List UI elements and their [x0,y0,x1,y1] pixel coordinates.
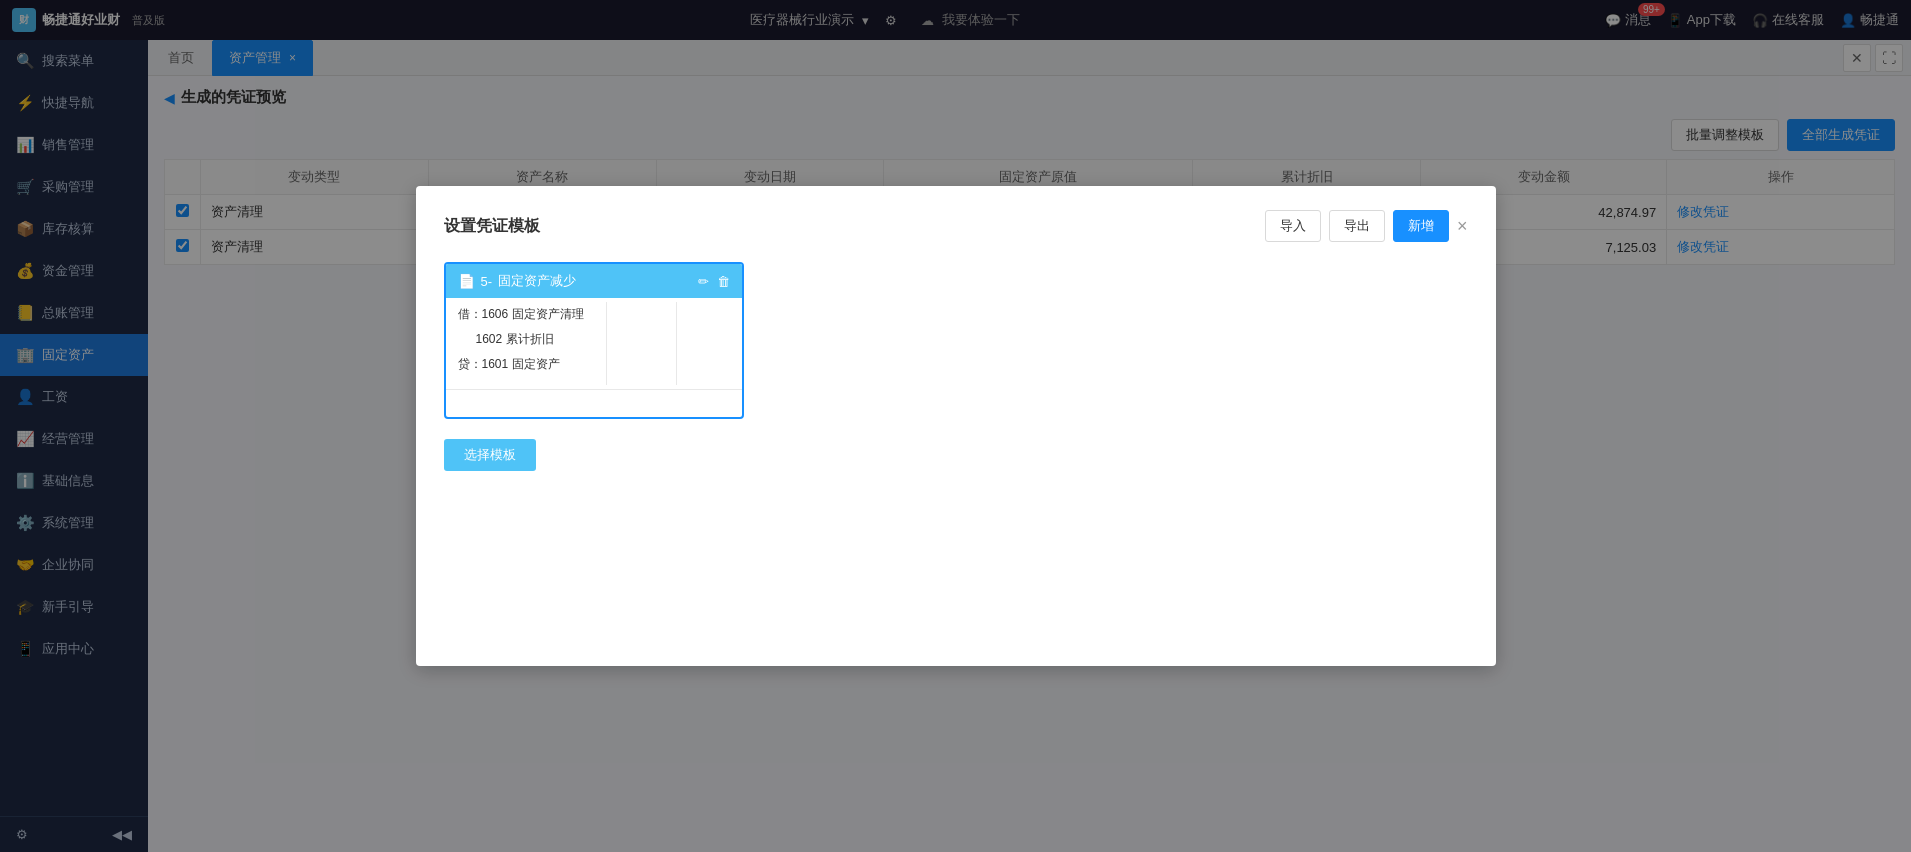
template-doc-icon: 📄 [458,273,475,289]
modal-overlay: 设置凭证模板 导入 导出 新增 × 📄 5- 固定资产减少 [0,0,1911,852]
entry3-debit [606,352,676,377]
entry2-label: 1602 累计折旧 [446,327,606,352]
template-name: 固定资产减少 [498,272,576,290]
template-card-footer [446,389,742,417]
entry3-credit [676,352,746,377]
modal-close-btn[interactable]: × [1457,216,1468,237]
entry4-debit [606,377,676,385]
export-btn[interactable]: 导出 [1329,210,1385,242]
template-entry-row-2: 1602 累计折旧 [446,327,742,352]
template-entry-row-4 [446,377,742,385]
entry2-debit [606,327,676,352]
template-card-title: 📄 5- 固定资产减少 [458,272,577,290]
delete-template-icon[interactable]: 🗑 [717,274,730,289]
edit-template-icon[interactable]: ✏ [698,274,709,289]
entry1-credit [676,302,746,327]
template-id: 5- [481,274,493,289]
template-card-actions: ✏ 🗑 [698,274,730,289]
template-entry-row-1: 借：1606 固定资产清理 [446,302,742,327]
entry1-debit [606,302,676,327]
entry2-credit [676,327,746,352]
modal-title: 设置凭证模板 [444,216,540,237]
new-btn[interactable]: 新增 [1393,210,1449,242]
template-entry-row-3: 贷：1601 固定资产 [446,352,742,377]
select-template-btn[interactable]: 选择模板 [444,439,536,471]
template-card-header: 📄 5- 固定资产减少 ✏ 🗑 [446,264,742,298]
modal-body: 📄 5- 固定资产减少 ✏ 🗑 借：1606 固定资产清理 [444,262,1468,471]
entry4-label [446,377,606,385]
set-voucher-template-modal: 设置凭证模板 导入 导出 新增 × 📄 5- 固定资产减少 [416,186,1496,666]
template-card-body: 借：1606 固定资产清理 1602 累计折旧 贷：1601 固定资产 [446,298,742,389]
modal-header: 设置凭证模板 导入 导出 新增 × [444,210,1468,242]
modal-toolbar: 导入 导出 新增 [1265,210,1449,242]
entry4-credit [676,377,746,385]
entry1-label: 借：1606 固定资产清理 [446,302,606,327]
entry3-label: 贷：1601 固定资产 [446,352,606,377]
template-card: 📄 5- 固定资产减少 ✏ 🗑 借：1606 固定资产清理 [444,262,744,419]
import-btn[interactable]: 导入 [1265,210,1321,242]
